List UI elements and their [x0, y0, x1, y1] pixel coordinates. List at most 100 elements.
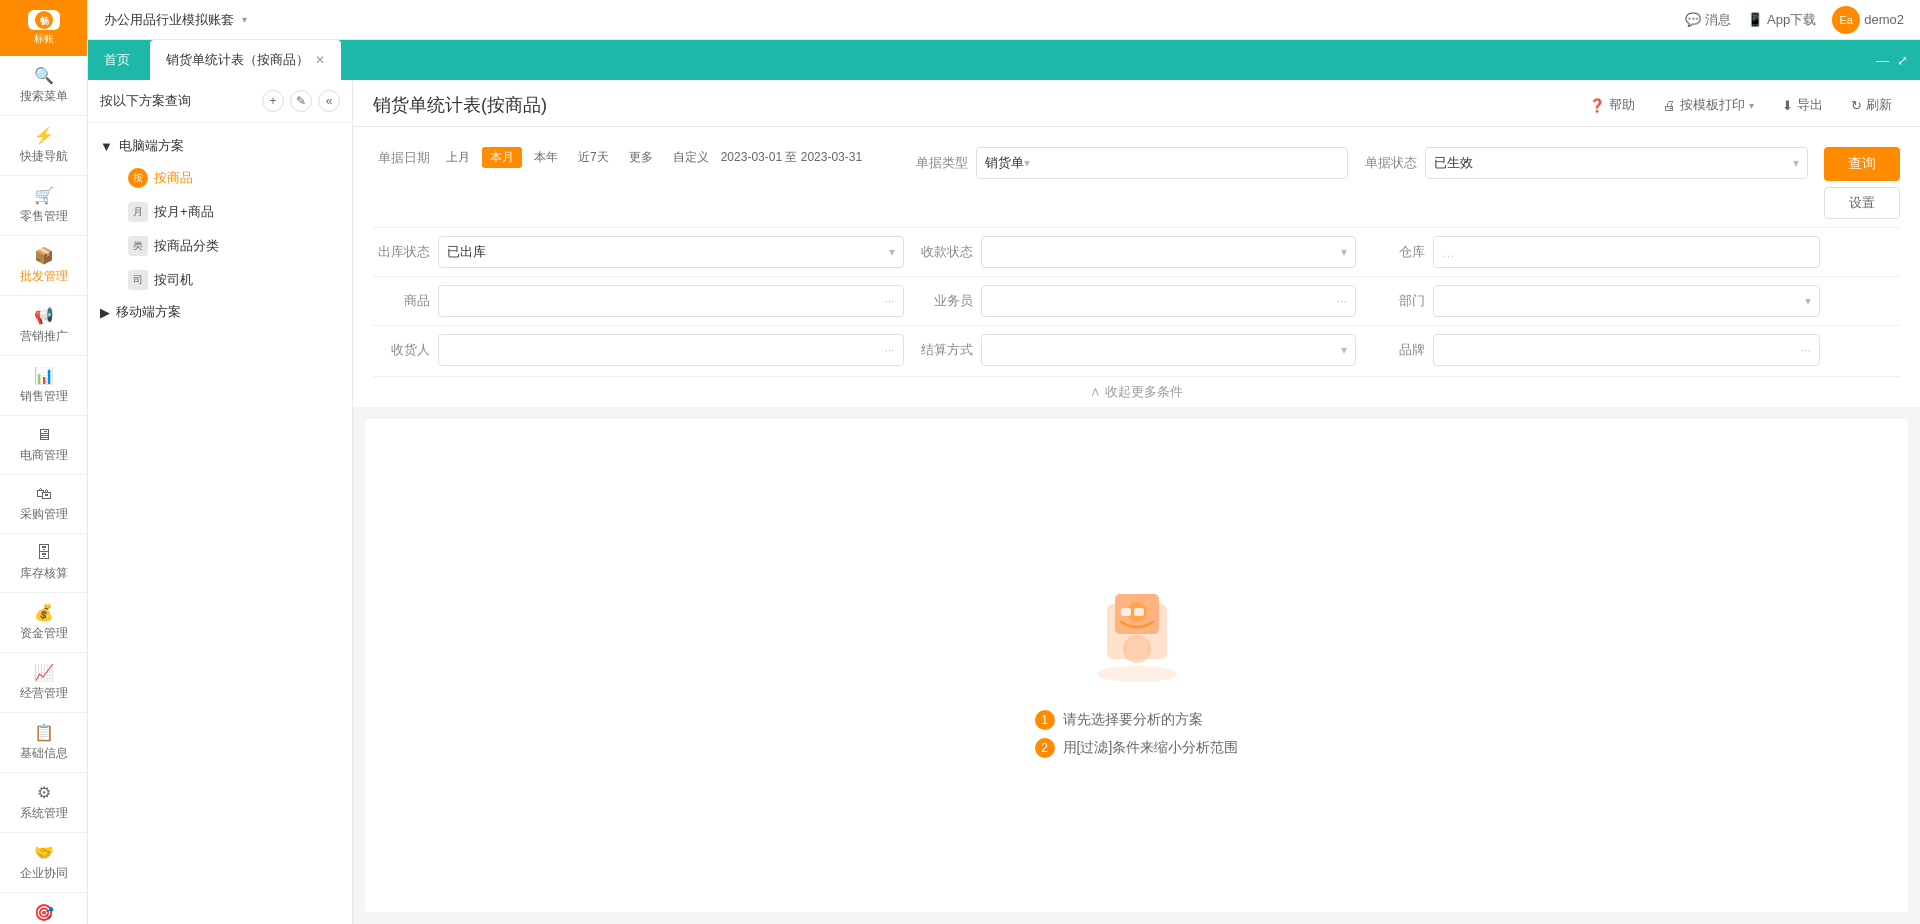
- pc-sub-tree: 按 按商品 月 按月+商品 类 按商品分类 司: [88, 161, 352, 297]
- export-label: 导出: [1797, 96, 1823, 114]
- date-chip-thisyear[interactable]: 本年: [526, 147, 566, 168]
- sidebar-item-ecommerce[interactable]: 🖥 电商管理: [0, 416, 87, 475]
- tree-item-by-category[interactable]: 类 按商品分类: [100, 229, 352, 263]
- user-name: demo2: [1864, 12, 1904, 27]
- warehouse-value: …: [1442, 245, 1811, 260]
- sidebar-item-wholesale[interactable]: 📦 批发管理: [0, 236, 87, 296]
- sidebar-item-label: 资金管理: [20, 625, 68, 642]
- topbar-dropdown-arrow[interactable]: ▾: [242, 14, 247, 25]
- system-icon: ⚙: [37, 783, 51, 802]
- print-icon: 🖨: [1663, 98, 1676, 113]
- brand-more[interactable]: ···: [1801, 343, 1811, 357]
- message-button[interactable]: 💬 消息: [1685, 11, 1731, 29]
- docstatus-dropdown[interactable]: ▾: [1793, 156, 1799, 170]
- sidebar-item-basic[interactable]: 📋 基础信息: [0, 713, 87, 773]
- date-chip-lastmonth[interactable]: 上月: [438, 147, 478, 168]
- help-button[interactable]: ❓ 帮助: [1581, 92, 1643, 118]
- brand-label: 品牌: [1368, 341, 1433, 359]
- sidebar-item-collab[interactable]: 🤝 企业协同: [0, 833, 87, 893]
- outstatus-value: 已出库: [447, 243, 889, 261]
- app-download-label: App下载: [1767, 11, 1816, 29]
- sidebar-item-finance[interactable]: 💰 资金管理: [0, 593, 87, 653]
- app-download-button[interactable]: 📱 App下载: [1747, 11, 1816, 29]
- receiver-more[interactable]: ···: [885, 343, 895, 357]
- export-button[interactable]: ⬇ 导出: [1774, 92, 1831, 118]
- print-button[interactable]: 🖨 按模板打印 ▾: [1655, 92, 1762, 118]
- logo-area[interactable]: 畅 标账: [0, 0, 87, 56]
- topbar-title: 办公用品行业模拟账套: [104, 11, 234, 29]
- outstatus-label: 出库状态: [373, 243, 438, 261]
- date-chip-thismonth[interactable]: 本月: [482, 147, 522, 168]
- left-panel-actions: + ✎ «: [262, 90, 340, 112]
- doctype-dropdown[interactable]: ▾: [1024, 156, 1030, 170]
- main-wrapper: 办公用品行业模拟账套 ▾ 💬 消息 📱 App下载 Ea demo2 首页: [88, 0, 1920, 924]
- mobile-group: ▶ 移动端方案: [88, 297, 352, 327]
- salesman-more[interactable]: ···: [1337, 294, 1347, 308]
- sidebar-item-guide[interactable]: 🎯 新手引导: [0, 893, 87, 924]
- finance-icon: 💰: [34, 603, 54, 622]
- message-label: 消息: [1705, 11, 1731, 29]
- export-icon: ⬇: [1782, 98, 1793, 113]
- tab-home[interactable]: 首页: [88, 40, 146, 80]
- tab-sales-stats[interactable]: 销货单统计表（按商品） ✕: [150, 40, 341, 80]
- refresh-button[interactable]: ↻ 刷新: [1843, 92, 1900, 118]
- settlement-dropdown[interactable]: ▾: [1341, 343, 1347, 357]
- goods-more[interactable]: ···: [885, 294, 895, 308]
- sidebar-item-operation[interactable]: 📈 经营管理: [0, 653, 87, 713]
- pc-group-header[interactable]: ▼ 电脑端方案: [88, 131, 352, 161]
- sidebar-item-search[interactable]: 🔍 搜索菜单: [0, 56, 87, 116]
- edit-icon: ✎: [296, 94, 306, 108]
- date-chip-custom[interactable]: 自定义: [665, 147, 717, 168]
- docstatus-value: 已生效: [1434, 154, 1793, 172]
- tip-text-2: 用[过滤]条件来缩小分析范围: [1063, 739, 1239, 757]
- sidebar-item-sales[interactable]: 📊 销售管理: [0, 356, 87, 416]
- sidebar-item-label: 快捷导航: [20, 148, 68, 165]
- tree-item-label: 按司机: [154, 271, 193, 289]
- tree-item-label: 按商品: [154, 169, 193, 187]
- tip-num-1: 1: [1035, 710, 1055, 730]
- collapse-more-button[interactable]: ∧ 收起更多条件: [373, 377, 1900, 407]
- tree-item-by-month-goods[interactable]: 月 按月+商品: [100, 195, 352, 229]
- mobile-group-header[interactable]: ▶ 移动端方案: [88, 297, 352, 327]
- right-panel: 销货单统计表(按商品) ❓ 帮助 🖨 按模板打印 ▾ ⬇ 导出: [353, 80, 1920, 924]
- payment-dropdown[interactable]: ▾: [1341, 245, 1347, 259]
- collapse-panel-button[interactable]: «: [318, 90, 340, 112]
- date-chip-more[interactable]: 更多: [621, 147, 661, 168]
- sidebar-item-system[interactable]: ⚙ 系统管理: [0, 773, 87, 833]
- tree-item-by-goods[interactable]: 按 按商品: [100, 161, 352, 195]
- goods-label: 商品: [373, 292, 438, 310]
- minimize-icon[interactable]: —: [1876, 53, 1889, 68]
- sidebar-item-marketing[interactable]: 📢 营销推广: [0, 296, 87, 356]
- tree-expand-icon2: ▶: [100, 305, 110, 320]
- dept-dropdown[interactable]: ▾: [1805, 294, 1811, 308]
- doctype-value: 销货单: [985, 154, 1024, 172]
- add-scheme-button[interactable]: +: [262, 90, 284, 112]
- tab-close-icon[interactable]: ✕: [315, 53, 325, 67]
- date-chip-last7[interactable]: 近7天: [570, 147, 617, 168]
- outstatus-dropdown[interactable]: ▾: [889, 245, 895, 259]
- empty-state: 1 请先选择要分析的方案 2 用[过滤]条件来缩小分析范围: [365, 419, 1908, 912]
- query-button[interactable]: 查询: [1824, 147, 1900, 181]
- maximize-icon[interactable]: ⤢: [1897, 53, 1908, 68]
- page-header-actions: ❓ 帮助 🖨 按模板打印 ▾ ⬇ 导出 ↻ 刷新: [1581, 92, 1900, 118]
- wholesale-icon: 📦: [34, 246, 54, 265]
- tree-item-label: 按月+商品: [154, 203, 214, 221]
- sidebar-item-purchase[interactable]: 🛍 采购管理: [0, 475, 87, 534]
- sidebar-item-quicknav[interactable]: ⚡ 快捷导航: [0, 116, 87, 176]
- docstatus-label: 单据状态: [1360, 154, 1425, 172]
- user-area[interactable]: Ea demo2: [1832, 6, 1904, 34]
- active-item-icon: 按: [128, 168, 148, 188]
- receiver-label: 收货人: [373, 341, 438, 359]
- print-dropdown-icon[interactable]: ▾: [1749, 100, 1754, 111]
- tree-section: ▼ 电脑端方案 按 按商品 月 按月+商品 类: [88, 123, 352, 335]
- sidebar-item-inventory[interactable]: 🗄 库存核算: [0, 534, 87, 593]
- tree-item-by-driver[interactable]: 司 按司机: [100, 263, 352, 297]
- sidebar-item-label: 电商管理: [20, 447, 68, 464]
- quicknav-icon: ⚡: [34, 126, 54, 145]
- collapse-icon: «: [326, 94, 333, 108]
- tip-num-2: 2: [1035, 738, 1055, 758]
- edit-scheme-button[interactable]: ✎: [290, 90, 312, 112]
- guide-icon: 🎯: [34, 903, 54, 922]
- settings-button[interactable]: 设置: [1824, 187, 1900, 219]
- sidebar-item-retail[interactable]: 🛒 零售管理: [0, 176, 87, 236]
